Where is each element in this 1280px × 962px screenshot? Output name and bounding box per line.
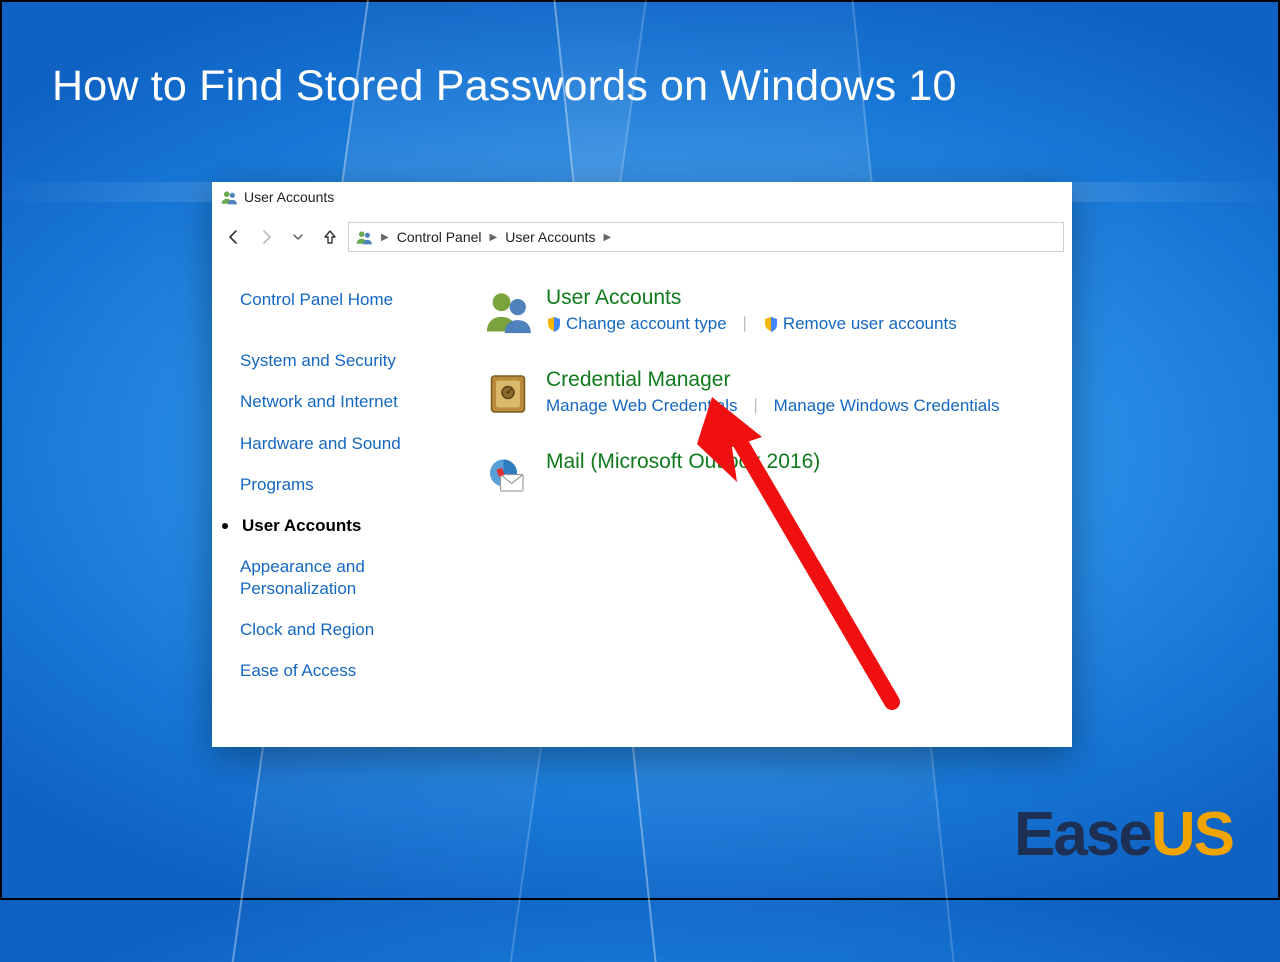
chevron-right-icon: ▶ <box>377 232 393 243</box>
sidebar-item-label: Clock and Region <box>240 619 374 640</box>
task-links: Change account type | Remove user accoun… <box>546 314 957 334</box>
sidebar: Control Panel Home System and Security N… <box>212 262 472 747</box>
control-panel-window: User Accounts ▶ Control Panel <box>212 182 1072 747</box>
sidebar-item-system-security[interactable]: System and Security <box>240 350 452 371</box>
separator: | <box>754 397 758 415</box>
category-mail: Mail (Microsoft Outlook 2016) <box>482 450 1042 502</box>
user-accounts-icon <box>220 188 238 206</box>
category-title[interactable]: Credential Manager <box>546 368 1000 392</box>
shield-icon <box>546 316 562 332</box>
shield-icon <box>763 316 779 332</box>
window-body: Control Panel Home System and Security N… <box>212 262 1072 747</box>
category-title[interactable]: User Accounts <box>546 286 957 310</box>
sidebar-item-label: Ease of Access <box>240 660 356 681</box>
remove-user-accounts-link[interactable]: Remove user accounts <box>763 314 957 334</box>
manage-web-credentials-link[interactable]: Manage Web Credentials <box>546 396 738 416</box>
sidebar-item-programs[interactable]: Programs <box>240 474 452 495</box>
user-accounts-icon <box>355 228 373 246</box>
easeus-logo: EaseUS <box>1014 799 1233 870</box>
sidebar-item-ease-of-access[interactable]: Ease of Access <box>240 660 452 681</box>
mail-icon <box>482 450 534 502</box>
change-account-type-link[interactable]: Change account type <box>546 314 727 334</box>
sidebar-item-appearance[interactable]: Appearance and Personalization <box>240 556 452 599</box>
manage-windows-credentials-link[interactable]: Manage Windows Credentials <box>774 396 1000 416</box>
chevron-right-icon: ▶ <box>486 232 502 243</box>
sidebar-item-label: Network and Internet <box>240 391 398 412</box>
control-panel-home-link[interactable]: Control Panel Home <box>240 290 452 310</box>
sidebar-item-network-internet[interactable]: Network and Internet <box>240 391 452 412</box>
separator: | <box>743 315 747 333</box>
breadcrumb-current[interactable]: User Accounts <box>505 229 595 245</box>
back-button[interactable] <box>220 223 248 251</box>
main-content: User Accounts Change account type | <box>472 262 1072 747</box>
task-label: Manage Web Credentials <box>546 396 738 416</box>
recent-dropdown[interactable] <box>284 223 312 251</box>
category-credential-manager: Credential Manager Manage Web Credential… <box>482 368 1042 420</box>
sidebar-item-label: Appearance and Personalization <box>240 556 452 599</box>
task-label: Remove user accounts <box>783 314 957 334</box>
current-bullet-icon <box>222 523 228 529</box>
category-title[interactable]: Mail (Microsoft Outlook 2016) <box>546 450 820 474</box>
logo-part2: US <box>1151 800 1233 869</box>
nav-row: ▶ Control Panel ▶ User Accounts ▶ <box>212 212 1072 262</box>
window-titlebar: User Accounts <box>212 182 1072 212</box>
window-title: User Accounts <box>244 189 334 205</box>
task-label: Manage Windows Credentials <box>774 396 1000 416</box>
logo-part1: Ease <box>1014 800 1151 869</box>
credential-manager-icon <box>482 368 534 420</box>
sidebar-item-label: Hardware and Sound <box>240 433 401 454</box>
sidebar-item-label: User Accounts <box>242 515 361 536</box>
category-user-accounts: User Accounts Change account type | <box>482 286 1042 338</box>
sidebar-item-user-accounts[interactable]: User Accounts <box>240 515 452 536</box>
chevron-right-icon: ▶ <box>600 232 616 243</box>
sidebar-item-label: System and Security <box>240 350 396 371</box>
task-label: Change account type <box>566 314 727 334</box>
page-title: How to Find Stored Passwords on Windows … <box>52 62 957 111</box>
forward-button[interactable] <box>252 223 280 251</box>
address-bar[interactable]: ▶ Control Panel ▶ User Accounts ▶ <box>348 222 1064 252</box>
sidebar-item-label: Programs <box>240 474 314 495</box>
up-button[interactable] <box>316 223 344 251</box>
sidebar-item-clock-region[interactable]: Clock and Region <box>240 619 452 640</box>
breadcrumb-root[interactable]: Control Panel <box>397 229 482 245</box>
user-accounts-icon <box>482 286 534 338</box>
task-links: Manage Web Credentials | Manage Windows … <box>546 396 1000 416</box>
sidebar-item-hardware-sound[interactable]: Hardware and Sound <box>240 433 452 454</box>
